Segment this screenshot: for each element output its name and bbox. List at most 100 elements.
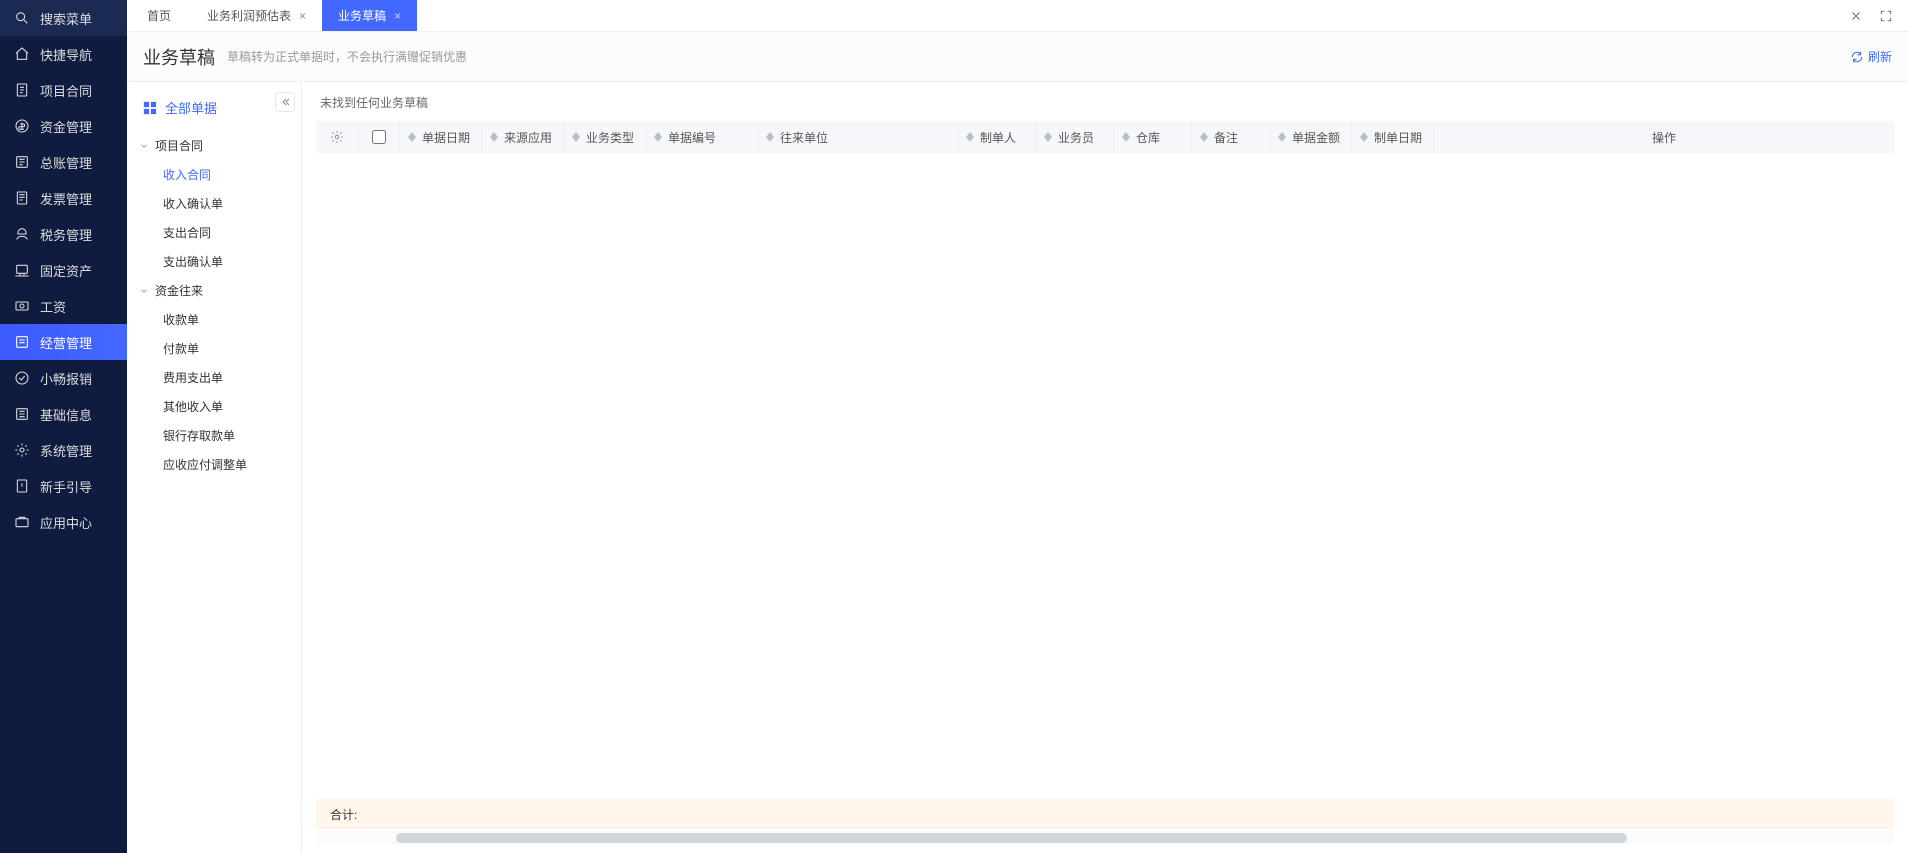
sidebar-item-salary[interactable]: 工资 xyxy=(0,288,127,324)
empty-message: 未找到任何业务草稿 xyxy=(316,92,1894,121)
select-all-checkbox[interactable] xyxy=(372,130,386,144)
column-header[interactable]: 往来单位 xyxy=(758,121,958,153)
column-label: 备注 xyxy=(1214,129,1238,146)
sidebar-item-business[interactable]: 经营管理 xyxy=(0,324,127,360)
tree-group-header[interactable]: 项目合同 xyxy=(127,131,301,160)
sort-icon[interactable] xyxy=(490,130,500,144)
column-header[interactable]: 单据编号 xyxy=(646,121,758,153)
tree-item[interactable]: 银行存取款单 xyxy=(127,421,301,450)
refresh-button[interactable]: 刷新 xyxy=(1850,48,1892,65)
sidebar-item-label: 总账管理 xyxy=(40,153,92,172)
column-header[interactable]: 业务员 xyxy=(1036,121,1114,153)
tab-1[interactable]: 业务利润预估表 × xyxy=(191,0,322,31)
content-area: 未找到任何业务草稿 单据日期 来源应用业务类型 单据编号 往来单位 制单人 业务员仓库 备注… xyxy=(302,82,1908,853)
tab-label: 首页 xyxy=(147,7,171,24)
salary-icon xyxy=(14,298,30,314)
sidebar-item-system[interactable]: 系统管理 xyxy=(0,432,127,468)
column-header[interactable]: 业务类型 xyxy=(564,121,646,153)
tree-item[interactable]: 支出确认单 xyxy=(127,247,301,276)
tab-close-icon[interactable]: × xyxy=(299,9,306,23)
tabs-bar: 首页业务利润预估表×业务草稿× xyxy=(127,0,1908,32)
horizontal-scrollbar-thumb[interactable] xyxy=(396,833,1627,843)
sidebar-item-tax[interactable]: 税务管理 xyxy=(0,216,127,252)
invoice-icon xyxy=(14,190,30,206)
sidebar-item-ledger[interactable]: 总账管理 xyxy=(0,144,127,180)
tab-label: 业务利润预估表 xyxy=(207,7,291,24)
column-label: 制单日期 xyxy=(1374,129,1422,146)
column-label: 制单人 xyxy=(980,129,1016,146)
collapse-inner-sidebar-button[interactable] xyxy=(275,92,295,112)
sidebar-item-guide[interactable]: 新手引导 xyxy=(0,468,127,504)
sort-icon[interactable] xyxy=(1122,130,1132,144)
tab-2[interactable]: 业务草稿× xyxy=(322,0,417,31)
column-label: 单据日期 xyxy=(422,129,470,146)
sidebar-item-doc[interactable]: 项目合同 xyxy=(0,72,127,108)
page-subtitle: 草稿转为正式单据时，不会执行满赠促销优惠 xyxy=(227,48,467,65)
column-label: 往来单位 xyxy=(780,129,828,146)
sort-icon[interactable] xyxy=(966,130,976,144)
tab-close-icon[interactable]: × xyxy=(394,9,401,23)
tree-item[interactable]: 费用支出单 xyxy=(127,363,301,392)
chevron-down-icon xyxy=(139,141,149,151)
column-header[interactable]: 单据日期 xyxy=(400,121,482,153)
column-header[interactable]: 制单人 xyxy=(958,121,1036,153)
search-icon xyxy=(14,10,30,26)
sort-icon[interactable] xyxy=(408,130,418,144)
sidebar-item-expense[interactable]: 小畅报销 xyxy=(0,360,127,396)
sort-icon[interactable] xyxy=(572,130,582,144)
column-label: 来源应用 xyxy=(504,129,552,146)
close-all-tabs-icon[interactable] xyxy=(1848,8,1864,24)
sidebar-item-label: 小畅报销 xyxy=(40,369,92,388)
footer-total-label: 合计: xyxy=(330,806,357,823)
sort-icon[interactable] xyxy=(1360,130,1370,144)
sidebar-item-search[interactable]: 搜索菜单 xyxy=(0,0,127,36)
column-header[interactable]: 仓库 xyxy=(1114,121,1192,153)
sidebar-item-label: 搜索菜单 xyxy=(40,9,92,28)
sidebar-item-label: 资金管理 xyxy=(40,117,92,136)
page-header: 业务草稿 草稿转为正式单据时，不会执行满赠促销优惠 刷新 xyxy=(127,32,1908,82)
column-header[interactable]: 制单日期 xyxy=(1352,121,1434,153)
sidebar-item-home[interactable]: 快捷导航 xyxy=(0,36,127,72)
sort-icon[interactable] xyxy=(1044,130,1054,144)
tree-item[interactable]: 应收应付调整单 xyxy=(127,450,301,479)
tree-group: 项目合同收入合同收入确认单支出合同支出确认单 xyxy=(127,131,301,276)
sort-icon[interactable] xyxy=(1200,130,1210,144)
table-footer: 合计: xyxy=(316,799,1894,829)
tree-item[interactable]: 支出合同 xyxy=(127,218,301,247)
sidebar-item-label: 项目合同 xyxy=(40,81,92,100)
column-header[interactable]: 备注 xyxy=(1192,121,1270,153)
column-label: 操作 xyxy=(1652,129,1676,146)
horizontal-scrollbar[interactable] xyxy=(316,831,1894,845)
sidebar-item-label: 应用中心 xyxy=(40,513,92,532)
tree-item[interactable]: 付款单 xyxy=(127,334,301,363)
home-icon xyxy=(14,46,30,62)
tree-group-header[interactable]: 资金往来 xyxy=(127,276,301,305)
main-area: 首页业务利润预估表×业务草稿× 业务草稿 草稿转为正式单据时，不会执行满赠促销优… xyxy=(127,0,1908,853)
column-label: 单据编号 xyxy=(668,129,716,146)
sidebar-item-invoice[interactable]: 发票管理 xyxy=(0,180,127,216)
column-header[interactable]: 单据金额 xyxy=(1270,121,1352,153)
tree-item[interactable]: 收款单 xyxy=(127,305,301,334)
chevron-down-icon xyxy=(139,286,149,296)
select-all-checkbox-cell xyxy=(358,121,400,153)
tree-group: 资金往来收款单付款单费用支出单其他收入单银行存取款单应收应付调整单 xyxy=(127,276,301,479)
sidebar-item-info[interactable]: 基础信息 xyxy=(0,396,127,432)
column-header[interactable]: 来源应用 xyxy=(482,121,564,153)
sidebar-item-apps[interactable]: 应用中心 xyxy=(0,504,127,540)
sidebar-item-asset[interactable]: 固定资产 xyxy=(0,252,127,288)
tree-item[interactable]: 其他收入单 xyxy=(127,392,301,421)
column-settings-button[interactable] xyxy=(316,121,358,153)
tree-item[interactable]: 收入合同 xyxy=(127,160,301,189)
sort-icon[interactable] xyxy=(654,130,664,144)
money-icon xyxy=(14,118,30,134)
tree-group-label: 项目合同 xyxy=(155,137,203,154)
tab-0[interactable]: 首页 xyxy=(127,0,191,31)
fullscreen-icon[interactable] xyxy=(1878,8,1894,24)
main-sidebar: 搜索菜单 快捷导航 项目合同 资金管理 总账管理 发票管理 税务管理 固定资产 xyxy=(0,0,127,853)
tree-item[interactable]: 收入确认单 xyxy=(127,189,301,218)
sidebar-item-money[interactable]: 资金管理 xyxy=(0,108,127,144)
sort-icon[interactable] xyxy=(766,130,776,144)
all-documents-label: 全部单据 xyxy=(165,98,217,117)
sort-icon[interactable] xyxy=(1278,130,1288,144)
column-header-actions: 操作 xyxy=(1434,121,1894,153)
